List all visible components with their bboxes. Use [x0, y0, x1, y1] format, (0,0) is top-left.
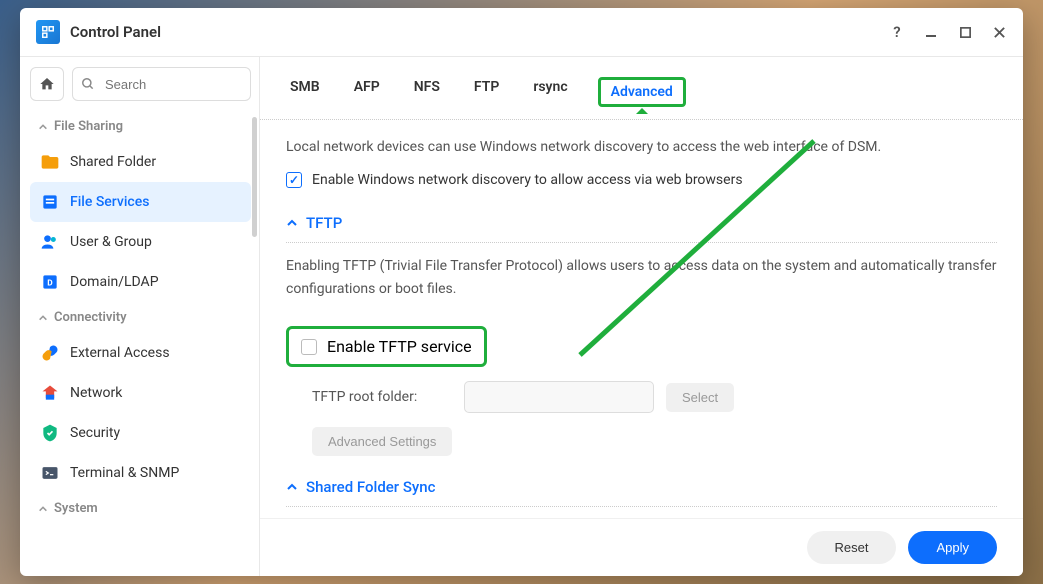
reset-button[interactable]: Reset [807, 531, 897, 564]
close-button[interactable] [991, 24, 1007, 40]
enable-tftp-checkbox[interactable]: Enable TFTP service [286, 326, 487, 367]
tab-advanced[interactable]: Advanced [598, 77, 686, 107]
sidebar-item-security[interactable]: Security [30, 413, 251, 453]
shield-icon [40, 423, 60, 443]
discovery-description: Local network devices can use Windows ne… [286, 136, 997, 158]
titlebar: Control Panel ? [20, 8, 1023, 57]
tab-ftp[interactable]: FTP [470, 77, 503, 107]
sidebar-item-domain-ldap[interactable]: D Domain/LDAP [30, 262, 251, 302]
search-input[interactable] [72, 67, 251, 101]
sidebar-item-terminal-snmp[interactable]: Terminal & SNMP [30, 453, 251, 493]
minimize-button[interactable] [923, 24, 939, 40]
file-services-icon [40, 192, 60, 212]
help-button[interactable]: ? [889, 24, 905, 40]
sidebar-item-external-access[interactable]: External Access [30, 333, 251, 373]
chevron-up-icon [38, 504, 48, 514]
tab-afp[interactable]: AFP [350, 77, 384, 107]
tftp-root-input[interactable] [464, 381, 654, 413]
tftp-section-toggle[interactable]: TFTP [286, 200, 997, 243]
svg-text:D: D [47, 278, 53, 288]
tabs: SMB AFP NFS FTP rsync Advanced [260, 57, 1023, 120]
domain-icon: D [40, 272, 60, 292]
maximize-button[interactable] [957, 24, 973, 40]
checkbox-checked-icon: ✓ [286, 172, 302, 188]
shared-folder-sync-toggle[interactable]: Shared Folder Sync [286, 464, 997, 507]
tab-rsync[interactable]: rsync [529, 77, 571, 107]
advanced-settings-button[interactable]: Advanced Settings [312, 427, 452, 456]
apply-button[interactable]: Apply [908, 531, 997, 564]
control-panel-window: Control Panel ? [20, 8, 1023, 576]
search-icon [81, 77, 95, 91]
main-panel: SMB AFP NFS FTP rsync Advanced Local net… [260, 57, 1023, 576]
section-file-sharing[interactable]: File Sharing [30, 111, 251, 142]
sidebar-item-shared-folder[interactable]: Shared Folder [30, 142, 251, 182]
sidebar-item-network[interactable]: Network [30, 373, 251, 413]
select-folder-button[interactable]: Select [666, 383, 734, 412]
chevron-up-icon [286, 481, 298, 493]
tab-nfs[interactable]: NFS [410, 77, 444, 107]
users-icon [40, 232, 60, 252]
tab-smb[interactable]: SMB [286, 77, 324, 107]
link-icon [40, 343, 60, 363]
enable-discovery-checkbox[interactable]: ✓ Enable Windows network discovery to al… [286, 172, 997, 188]
section-system[interactable]: System [30, 493, 251, 524]
chevron-up-icon [38, 313, 48, 323]
section-connectivity[interactable]: Connectivity [30, 302, 251, 333]
tftp-root-label: TFTP root folder: [312, 389, 452, 405]
sidebar-item-user-group[interactable]: User & Group [30, 222, 251, 262]
checkbox-unchecked-icon [301, 339, 317, 355]
footer: Reset Apply [260, 518, 1023, 576]
network-icon [40, 383, 60, 403]
control-panel-icon [36, 20, 60, 44]
folder-icon [40, 152, 60, 172]
chevron-up-icon [286, 217, 298, 229]
sidebar-scrollbar[interactable] [252, 117, 257, 237]
window-title: Control Panel [70, 23, 889, 41]
sidebar: File Sharing Shared Folder File Services… [20, 57, 260, 576]
home-button[interactable] [30, 67, 64, 101]
chevron-up-icon [38, 122, 48, 132]
tftp-description: Enabling TFTP (Trivial File Transfer Pro… [286, 255, 997, 300]
terminal-icon [40, 463, 60, 483]
sidebar-item-file-services[interactable]: File Services [30, 182, 251, 222]
